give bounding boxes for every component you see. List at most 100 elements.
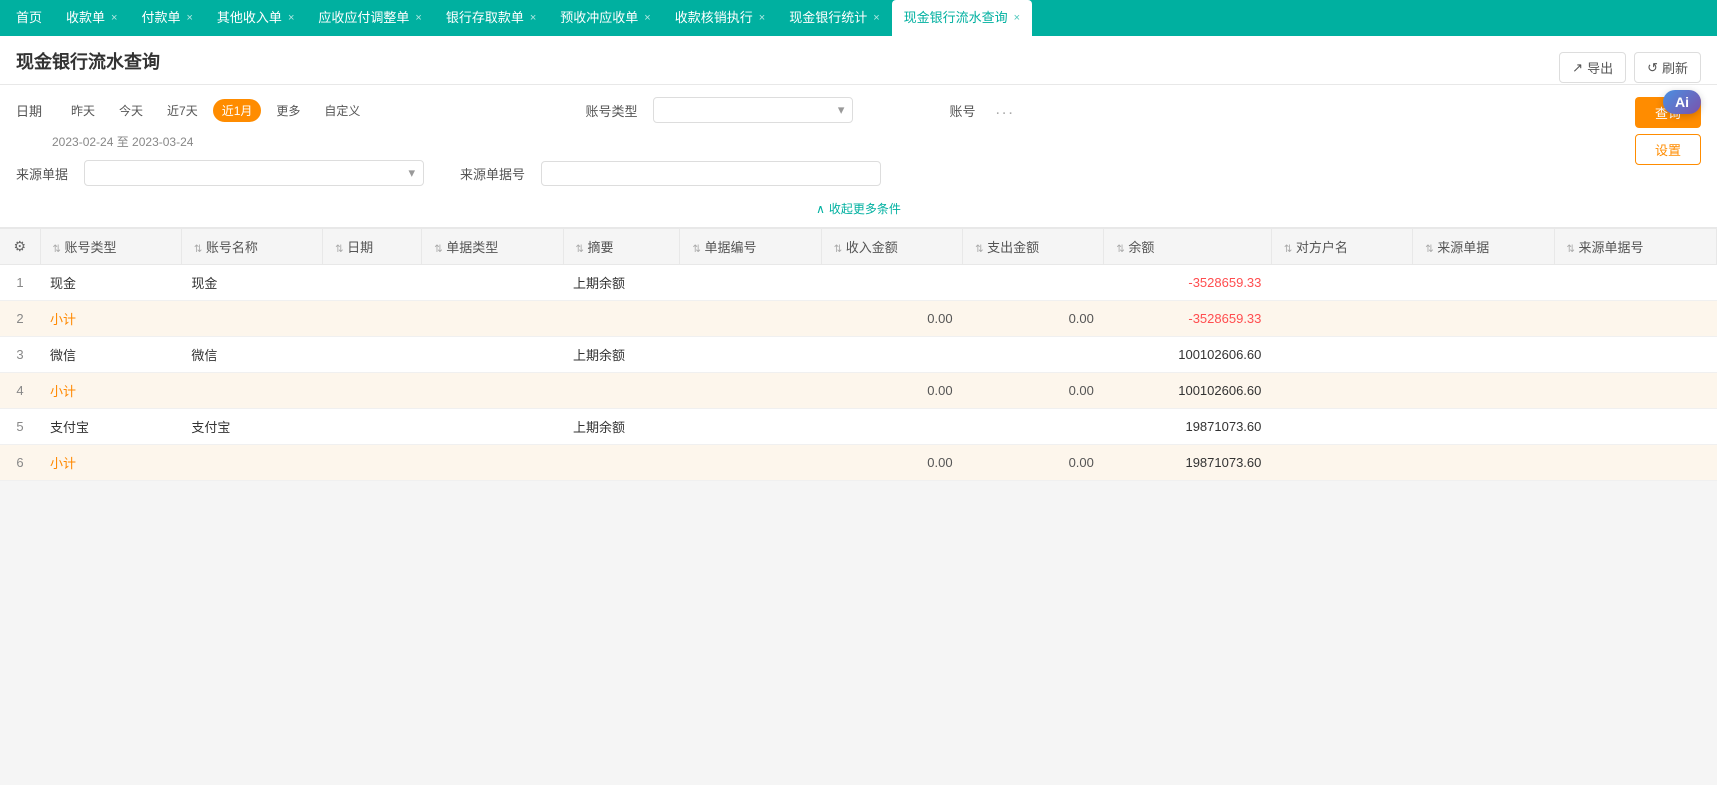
col-expense[interactable]: ⇅ 支出金额 (963, 229, 1104, 265)
account-label: 账号 (949, 101, 979, 120)
col-summary[interactable]: ⇅ 摘要 (563, 229, 680, 265)
row-income-4 (821, 409, 962, 445)
nav-other-income[interactable]: 其他收入单 × (205, 0, 306, 36)
row-doc-type-1 (422, 301, 563, 337)
row-num-1: 2 (0, 301, 40, 337)
collapse-label: 收起更多条件 (829, 200, 901, 217)
nav-cash-stats-close[interactable]: × (873, 0, 879, 36)
row-account-name-5 (181, 445, 322, 481)
date-range-display: 2023-02-24 至 2023-03-24 (52, 133, 1635, 150)
row-source-doc-no-4 (1554, 409, 1716, 445)
row-doc-type-2 (422, 337, 563, 373)
nav-adjustment[interactable]: 应收应付调整单 × (306, 0, 433, 36)
table-row: 4 小计 0.00 0.00 100102606.60 (0, 373, 1717, 409)
col-summary-label: 摘要 (588, 240, 614, 255)
col-account-name[interactable]: ⇅ 账号名称 (181, 229, 322, 265)
row-summary-5 (563, 445, 680, 481)
col-source-doc[interactable]: ⇅ 来源单据 (1413, 229, 1554, 265)
col-account-type[interactable]: ⇅ 账号类型 (40, 229, 181, 265)
date-btn-today[interactable]: 今天 (110, 99, 152, 122)
header-actions: ↗ 导出 ↺ 刷新 (1559, 48, 1701, 83)
nav-payment[interactable]: 付款单 × (129, 0, 204, 36)
col-balance[interactable]: ⇅ 余额 (1104, 229, 1272, 265)
col-date[interactable]: ⇅ 日期 (323, 229, 422, 265)
row-account-type-3: 小计 (40, 373, 181, 409)
nav-payment-close[interactable]: × (186, 0, 192, 36)
row-source-doc-no-5 (1554, 445, 1716, 481)
row-doc-type-3 (422, 373, 563, 409)
col-source-doc-label: 来源单据 (1437, 240, 1489, 255)
date-btn-yesterday[interactable]: 昨天 (62, 99, 104, 122)
nav-home[interactable]: 首页 (4, 0, 54, 36)
row-account-name-1 (181, 301, 322, 337)
row-doc-no-2 (680, 337, 821, 373)
nav-receipt-close[interactable]: × (111, 0, 117, 36)
filter-area: 日期 昨天 今天 近7天 近1月 更多 自定义 账号类型 ▾ 账号 ... (0, 85, 1717, 228)
date-btn-more[interactable]: 更多 (267, 99, 309, 122)
col-source-doc-no-sort: ⇅ (1567, 244, 1575, 255)
collapse-bar[interactable]: ∧ 收起更多条件 (16, 196, 1701, 219)
row-doc-type-4 (422, 409, 563, 445)
col-source-doc-no[interactable]: ⇅ 来源单据号 (1554, 229, 1716, 265)
row-counterpart-3 (1271, 373, 1412, 409)
collapse-up-icon: ∧ (816, 202, 825, 216)
nav-cash-flow-close[interactable]: × (1014, 0, 1020, 36)
row-date-0 (323, 265, 422, 301)
date-btn-7days[interactable]: 近7天 (158, 99, 207, 122)
refresh-icon: ↺ (1647, 60, 1658, 76)
col-doc-type-label: 单据类型 (446, 240, 498, 255)
row-date-5 (323, 445, 422, 481)
col-balance-label: 余额 (1128, 240, 1154, 255)
col-account-type-sort: ⇅ (53, 244, 61, 255)
row-doc-no-1 (680, 301, 821, 337)
account-more-dots[interactable]: ... (995, 101, 1014, 119)
row-counterpart-2 (1271, 337, 1412, 373)
source-doc-no-input[interactable] (541, 161, 881, 186)
nav-prepaid-close[interactable]: × (644, 0, 650, 36)
row-expense-2 (963, 337, 1104, 373)
nav-collection[interactable]: 收款核销执行 × (663, 0, 777, 36)
col-doc-no[interactable]: ⇅ 单据编号 (680, 229, 821, 265)
nav-other-income-close[interactable]: × (288, 0, 294, 36)
gear-icon[interactable]: ⚙ (13, 238, 26, 254)
col-doc-type[interactable]: ⇅ 单据类型 (422, 229, 563, 265)
date-btn-1month[interactable]: 近1月 (213, 99, 262, 122)
nav-cash-stats[interactable]: 现金银行统计 × (777, 0, 891, 36)
row-doc-no-5 (680, 445, 821, 481)
row-balance-3: 100102606.60 (1104, 373, 1272, 409)
date-btn-custom[interactable]: 自定义 (315, 99, 369, 122)
row-source-doc-5 (1413, 445, 1554, 481)
refresh-button[interactable]: ↺ 刷新 (1634, 52, 1701, 83)
source-doc-no-label: 来源单据号 (460, 164, 525, 183)
nav-cash-flow[interactable]: 现金银行流水查询 × (892, 0, 1032, 36)
ai-badge[interactable]: Ai (1663, 90, 1701, 114)
row-source-doc-3 (1413, 373, 1554, 409)
col-counterpart[interactable]: ⇅ 对方户名 (1271, 229, 1412, 265)
col-counterpart-sort: ⇅ (1284, 244, 1292, 255)
nav-adjustment-close[interactable]: × (415, 0, 421, 36)
col-income[interactable]: ⇅ 收入金额 (821, 229, 962, 265)
nav-bank-deposit[interactable]: 银行存取款单 × (434, 0, 548, 36)
nav-bank-deposit-close[interactable]: × (530, 0, 536, 36)
date-label: 日期 (16, 101, 46, 120)
setting-button[interactable]: 设置 (1635, 134, 1701, 165)
export-icon: ↗ (1572, 60, 1583, 76)
export-button[interactable]: ↗ 导出 (1559, 52, 1626, 83)
source-doc-select[interactable]: ▾ (84, 160, 424, 186)
account-type-select[interactable]: ▾ (653, 97, 853, 123)
nav-collection-close[interactable]: × (759, 0, 765, 36)
row-income-5: 0.00 (821, 445, 962, 481)
col-summary-sort: ⇅ (576, 244, 584, 255)
nav-prepaid[interactable]: 预收冲应收单 × (548, 0, 662, 36)
row-source-doc-0 (1413, 265, 1554, 301)
row-num-4: 5 (0, 409, 40, 445)
row-doc-type-0 (422, 265, 563, 301)
col-doc-type-sort: ⇅ (434, 244, 442, 255)
row-doc-no-4 (680, 409, 821, 445)
nav-adjustment-label: 应收应付调整单 (318, 0, 409, 36)
row-account-name-0: 现金 (181, 265, 322, 301)
nav-receipt[interactable]: 收款单 × (54, 0, 129, 36)
col-settings[interactable]: ⚙ (0, 229, 40, 265)
row-balance-5: 19871073.60 (1104, 445, 1272, 481)
table-area: ⚙ ⇅ 账号类型 ⇅ 账号名称 ⇅ 日期 ⇅ 单据类型 (0, 228, 1717, 481)
